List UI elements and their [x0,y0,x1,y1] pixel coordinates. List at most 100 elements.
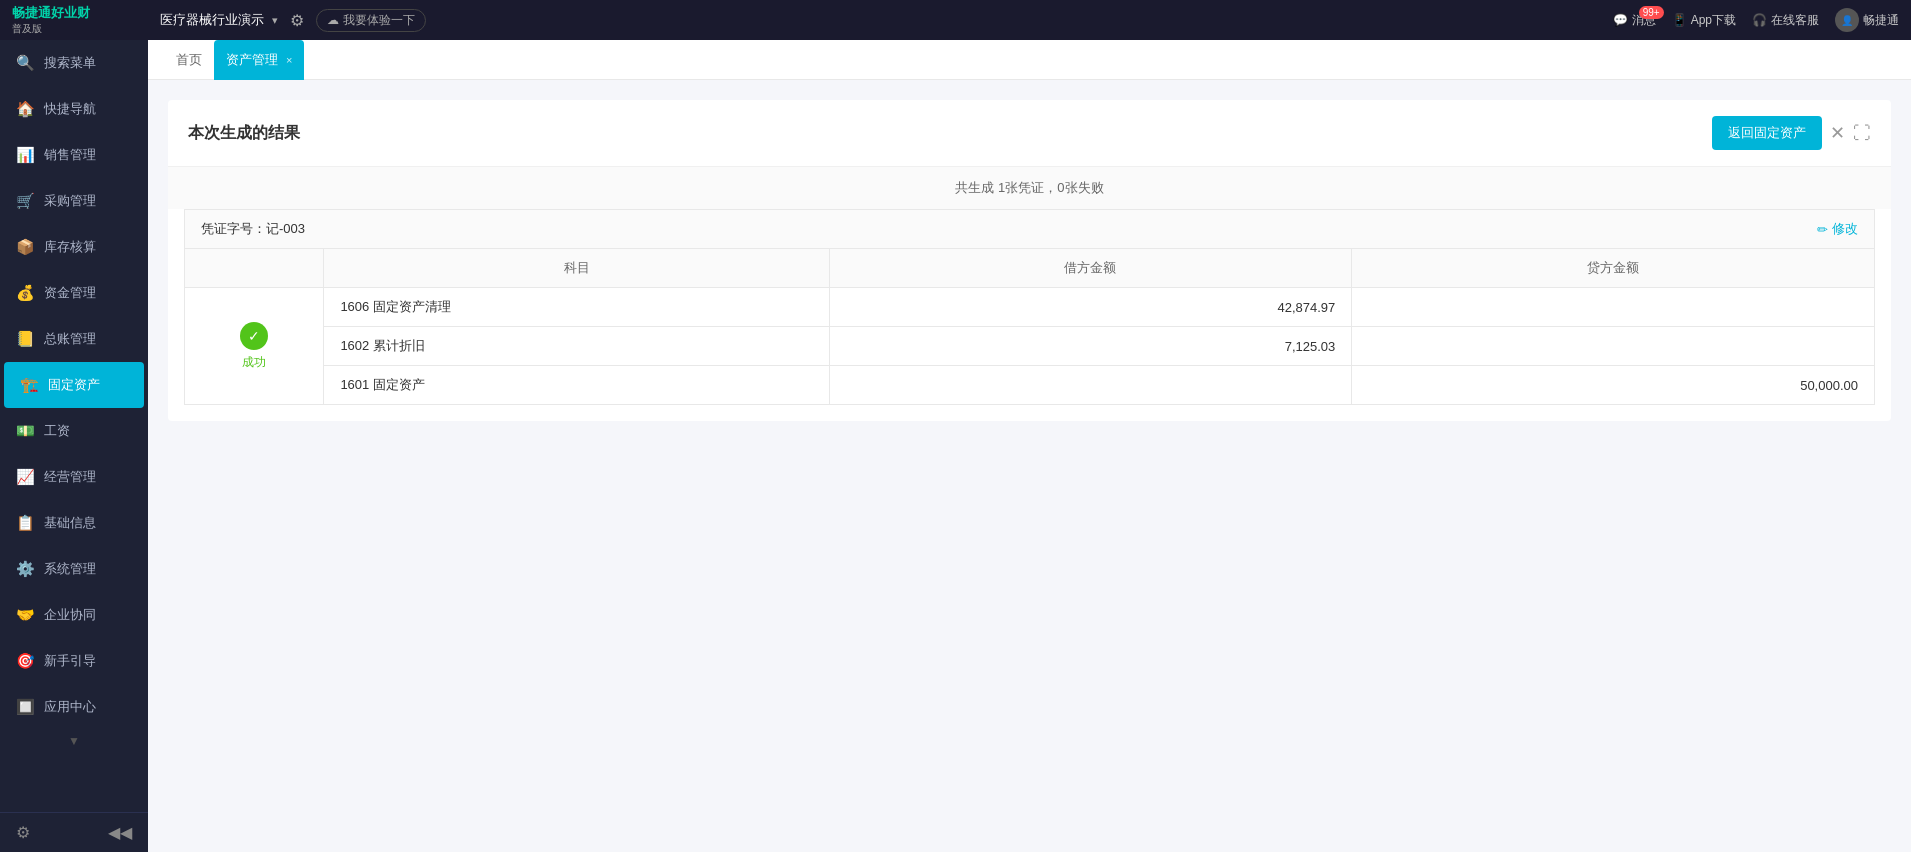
sidebar-item-inventory[interactable]: 📦 库存核算 [0,224,148,270]
company-dropdown-icon[interactable]: ▾ [272,14,278,27]
sidebar-icon-fixed-assets: 🏗️ [20,376,38,394]
edit-label: 修改 [1832,220,1858,238]
message-icon: 💬 [1613,13,1628,27]
headset-icon: 🎧 [1752,13,1767,27]
avatar: 👤 [1835,8,1859,32]
header-right: 💬 消息 99+ 📱 App下载 🎧 在线客服 👤 畅捷通 [1613,8,1899,32]
sidebar-item-basic-info[interactable]: 📋 基础信息 [0,500,148,546]
sidebar-item-system[interactable]: ⚙️ 系统管理 [0,546,148,592]
sidebar-label-sales: 销售管理 [44,146,96,164]
sidebar-label-ledger: 总账管理 [44,330,96,348]
tab-active[interactable]: 资产管理 × [214,40,304,80]
sidebar-icon-guide: 🎯 [16,652,34,670]
app-download-label: App下载 [1691,12,1736,29]
credit-cell: 50,000.00 [1352,366,1875,405]
panel-close-button[interactable]: ✕ [1830,122,1845,144]
sidebar-icon-sales: 📊 [16,146,34,164]
sidebar-scroll: 🔍 搜索菜单 🏠 快捷导航 📊 销售管理 🛒 采购管理 📦 库存核算 💰 资金管… [0,40,148,812]
top-header: 畅捷通好业财 普及版 医疗器械行业演示 ▾ ⚙ ☁ 我要体验一下 💬 消息 99… [0,0,1911,40]
sidebar-bottom: ⚙ ◀◀ [0,812,148,852]
messages-item[interactable]: 💬 消息 99+ [1613,12,1656,29]
sidebar-icon-funds: 💰 [16,284,34,302]
voucher-table: 科目 借方金额 贷方金额 [184,248,1875,405]
debit-cell: 42,874.97 [829,288,1352,327]
sidebar-label-guide: 新手引导 [44,652,96,670]
bottom-settings-icon[interactable]: ⚙ [16,823,30,842]
return-button[interactable]: 返回固定资产 [1712,116,1822,150]
sidebar-label-inventory: 库存核算 [44,238,96,256]
app-download-item[interactable]: 📱 App下载 [1672,12,1736,29]
voucher-section: 凭证字号：记-003 ✏ 修改 [184,209,1875,405]
sidebar-icon-purchase: 🛒 [16,192,34,210]
th-debit: 借方金额 [829,249,1352,288]
sidebar-item-purchase[interactable]: 🛒 采购管理 [0,178,148,224]
sidebar-icon-quick-nav: 🏠 [16,100,34,118]
online-service-item[interactable]: 🎧 在线客服 [1752,12,1819,29]
tab-bar: 首页 资产管理 × [148,40,1911,80]
sidebar-item-fixed-assets[interactable]: 🏗️ 固定资产 [4,362,144,408]
sidebar: 🔍 搜索菜单 🏠 快捷导航 📊 销售管理 🛒 采购管理 📦 库存核算 💰 资金管… [0,40,148,852]
panel-header: 本次生成的结果 返回固定资产 ✕ ⛶ [168,100,1891,167]
collapse-icon[interactable]: ◀◀ [108,823,132,842]
sidebar-label-basic-info: 基础信息 [44,514,96,532]
experience-button[interactable]: ☁ 我要体验一下 [316,9,426,32]
sidebar-icon-operations: 📈 [16,468,34,486]
voucher-number: 凭证字号：记-003 [201,220,305,238]
summary-row: 共生成 1张凭证，0张失败 [168,167,1891,209]
credit-cell [1352,288,1875,327]
sidebar-item-quick-nav[interactable]: 🏠 快捷导航 [0,86,148,132]
sidebar-icon-apps: 🔲 [16,698,34,716]
subject-cell: 1606 固定资产清理 [324,288,829,327]
content-area: 首页 资产管理 × 本次生成的结果 返回固定资产 ✕ ⛶ [148,40,1911,852]
edit-icon: ✏ [1817,222,1828,237]
success-status: ✓ 成功 [201,314,307,379]
header-center: 医疗器械行业演示 ▾ ⚙ ☁ 我要体验一下 [160,9,1613,32]
table-wrapper: 科目 借方金额 贷方金额 [184,248,1875,405]
online-service-label: 在线客服 [1771,12,1819,29]
sidebar-icon-enterprise: 🤝 [16,606,34,624]
sidebar-label-salary: 工资 [44,422,70,440]
tab-close-button[interactable]: × [286,54,292,66]
table-row: ✓ 成功 1606 固定资产清理42,874.97 [185,288,1875,327]
status-cell: ✓ 成功 [185,288,324,405]
panel-expand-button[interactable]: ⛶ [1853,123,1871,144]
mobile-icon: 📱 [1672,13,1687,27]
settings-icon[interactable]: ⚙ [286,11,308,30]
sidebar-item-search-menu[interactable]: 🔍 搜索菜单 [0,40,148,86]
sidebar-item-enterprise[interactable]: 🤝 企业协同 [0,592,148,638]
sidebar-icon-system: ⚙️ [16,560,34,578]
sidebar-item-ledger[interactable]: 📒 总账管理 [0,316,148,362]
cloud-icon: ☁ [327,13,339,27]
company-name: 医疗器械行业演示 [160,11,264,29]
credit-cell [1352,327,1875,366]
logo-subtitle: 普及版 [12,22,150,36]
th-subject: 科目 [324,249,829,288]
table-header-row: 科目 借方金额 贷方金额 [185,249,1875,288]
sidebar-item-apps[interactable]: 🔲 应用中心 [0,684,148,730]
sidebar-item-salary[interactable]: 💵 工资 [0,408,148,454]
page-content: 本次生成的结果 返回固定资产 ✕ ⛶ 共生成 1张凭证，0张失败 凭证字号：记-… [148,80,1911,852]
sidebar-item-guide[interactable]: 🎯 新手引导 [0,638,148,684]
logo-area: 畅捷通好业财 普及版 [12,4,160,36]
sidebar-label-funds: 资金管理 [44,284,96,302]
sidebar-item-operations[interactable]: 📈 经营管理 [0,454,148,500]
user-item[interactable]: 👤 畅捷通 [1835,8,1899,32]
sidebar-label-enterprise: 企业协同 [44,606,96,624]
voucher-header: 凭证字号：记-003 ✏ 修改 [184,209,1875,248]
table-body: ✓ 成功 1606 固定资产清理42,874.971602 累计折旧7,125.… [185,288,1875,405]
main-layout: 🔍 搜索菜单 🏠 快捷导航 📊 销售管理 🛒 采购管理 📦 库存核算 💰 资金管… [0,40,1911,852]
sidebar-item-sales[interactable]: 📊 销售管理 [0,132,148,178]
sidebar-icon-search-menu: 🔍 [16,54,34,72]
table-container: 科目 借方金额 贷方金额 [184,248,1875,405]
scroll-indicator: ▼ [0,730,148,752]
sidebar-label-operations: 经营管理 [44,468,96,486]
debit-cell [829,366,1352,405]
sidebar-icon-inventory: 📦 [16,238,34,256]
sidebar-item-funds[interactable]: 💰 资金管理 [0,270,148,316]
success-icon: ✓ [240,322,268,350]
edit-button[interactable]: ✏ 修改 [1817,220,1858,238]
sidebar-label-purchase: 采购管理 [44,192,96,210]
sidebar-label-apps: 应用中心 [44,698,96,716]
tab-home[interactable]: 首页 [164,40,214,80]
subject-cell: 1602 累计折旧 [324,327,829,366]
